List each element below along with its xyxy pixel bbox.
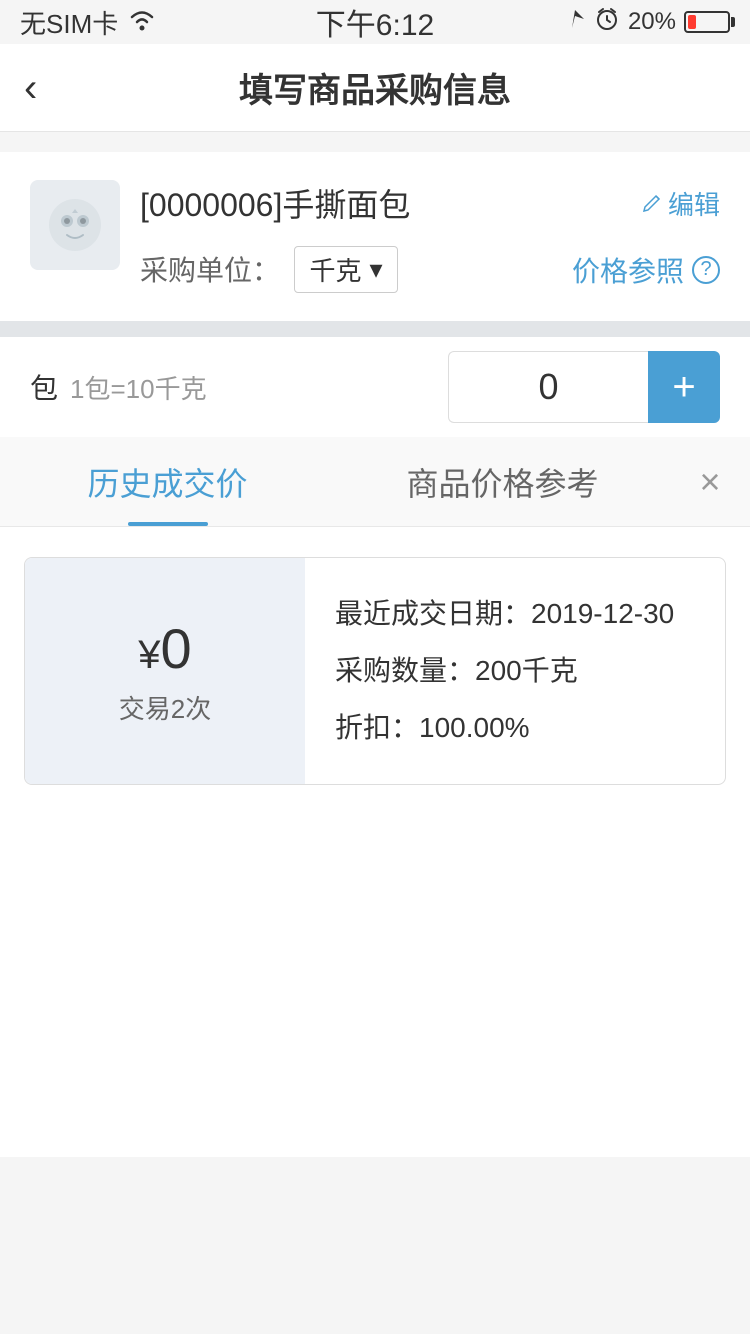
discount-value: 100.00% bbox=[419, 712, 530, 743]
location-icon bbox=[564, 8, 586, 37]
product-full-name: [0000006]手撕面包 bbox=[140, 180, 410, 226]
status-left: 无SIM卡 bbox=[20, 4, 156, 41]
quantity-left: 包 1包=10千克 bbox=[30, 367, 207, 407]
recent-date-value: 2019-12-30 bbox=[531, 598, 674, 629]
unit-label: 采购单位： bbox=[140, 255, 280, 286]
quantity-row: 包 1包=10千克 + bbox=[0, 337, 750, 437]
unit-icon: 包 bbox=[30, 367, 58, 407]
tab-price-ref[interactable]: 商品价格参考 bbox=[335, 437, 670, 526]
discount-label: 折扣： bbox=[335, 712, 419, 743]
price-card-right: 最近成交日期：2019-12-30 采购数量：200千克 折扣：100.00% bbox=[305, 558, 725, 784]
tab-history-price[interactable]: 历史成交价 bbox=[0, 437, 335, 526]
price-amount: ¥0 bbox=[138, 616, 191, 681]
quantity-input[interactable] bbox=[448, 351, 648, 423]
trade-count: 交易2次 bbox=[119, 689, 211, 726]
price-ref-link[interactable]: 价格参照 ? bbox=[572, 250, 720, 290]
discount-row: 折扣：100.00% bbox=[335, 708, 695, 747]
content-area: ¥0 交易2次 最近成交日期：2019-12-30 采购数量：200千克 折扣：… bbox=[0, 557, 750, 1157]
bottom-panel: 历史成交价 商品价格参考 × ¥0 交易2次 最近成交日期：2019-12-30… bbox=[0, 437, 750, 1157]
dropdown-arrow-icon: ▾ bbox=[369, 254, 382, 285]
page-title: 填写商品采购信息 bbox=[239, 63, 511, 112]
section-divider bbox=[0, 321, 750, 337]
quantity-plus-button[interactable]: + bbox=[648, 351, 720, 423]
status-time: 下午6:12 bbox=[316, 0, 434, 44]
nav-bar: ‹ 填写商品采购信息 bbox=[0, 44, 750, 132]
product-info: [0000006]手撕面包 编辑 采购单位： 千克 ▾ 价格参照 ? bbox=[140, 180, 720, 293]
price-value: 0 bbox=[161, 617, 192, 680]
tabs: 历史成交价 商品价格参考 × bbox=[0, 437, 750, 527]
close-icon: × bbox=[699, 461, 720, 503]
product-unit-row: 采购单位： 千克 ▾ 价格参照 ? bbox=[140, 246, 720, 293]
price-card-left: ¥0 交易2次 bbox=[25, 558, 305, 784]
recent-date-row: 最近成交日期：2019-12-30 bbox=[335, 594, 695, 633]
status-bar: 无SIM卡 下午6:12 20% bbox=[0, 0, 750, 44]
unit-conversion: 1包=10千克 bbox=[70, 369, 207, 406]
battery-percent: 20% bbox=[628, 8, 676, 36]
price-card: ¥0 交易2次 最近成交日期：2019-12-30 采购数量：200千克 折扣：… bbox=[24, 557, 726, 785]
edit-label: 编辑 bbox=[668, 185, 720, 222]
status-right: 20% bbox=[564, 6, 730, 39]
tab-price-ref-label: 商品价格参考 bbox=[406, 459, 598, 505]
battery-icon bbox=[684, 11, 730, 33]
alarm-icon bbox=[594, 6, 620, 39]
tab-close-button[interactable]: × bbox=[670, 437, 750, 526]
carrier-text: 无SIM卡 bbox=[20, 4, 118, 41]
back-button[interactable]: ‹ bbox=[24, 68, 37, 108]
price-ref-label: 价格参照 bbox=[572, 250, 684, 290]
product-name-row: [0000006]手撕面包 编辑 bbox=[140, 180, 720, 226]
currency-symbol: ¥ bbox=[138, 633, 160, 677]
recent-date-label: 最近成交日期： bbox=[335, 598, 531, 629]
unit-select[interactable]: 千克 ▾ bbox=[294, 246, 397, 293]
quantity-input-group: + bbox=[448, 351, 720, 423]
product-card: [0000006]手撕面包 编辑 采购单位： 千克 ▾ 价格参照 ? bbox=[0, 152, 750, 321]
help-icon: ? bbox=[692, 256, 720, 284]
unit-value: 千克 bbox=[309, 251, 361, 288]
edit-link[interactable]: 编辑 bbox=[640, 185, 720, 222]
wifi-icon bbox=[128, 7, 156, 38]
purchase-qty-row: 采购数量：200千克 bbox=[335, 651, 695, 690]
purchase-qty-value: 200千克 bbox=[475, 655, 578, 686]
product-logo bbox=[30, 180, 120, 270]
tab-history-label: 历史成交价 bbox=[87, 459, 247, 505]
purchase-qty-label: 采购数量： bbox=[335, 655, 475, 686]
unit-group: 采购单位： 千克 ▾ bbox=[140, 246, 398, 293]
plus-icon: + bbox=[672, 367, 695, 407]
